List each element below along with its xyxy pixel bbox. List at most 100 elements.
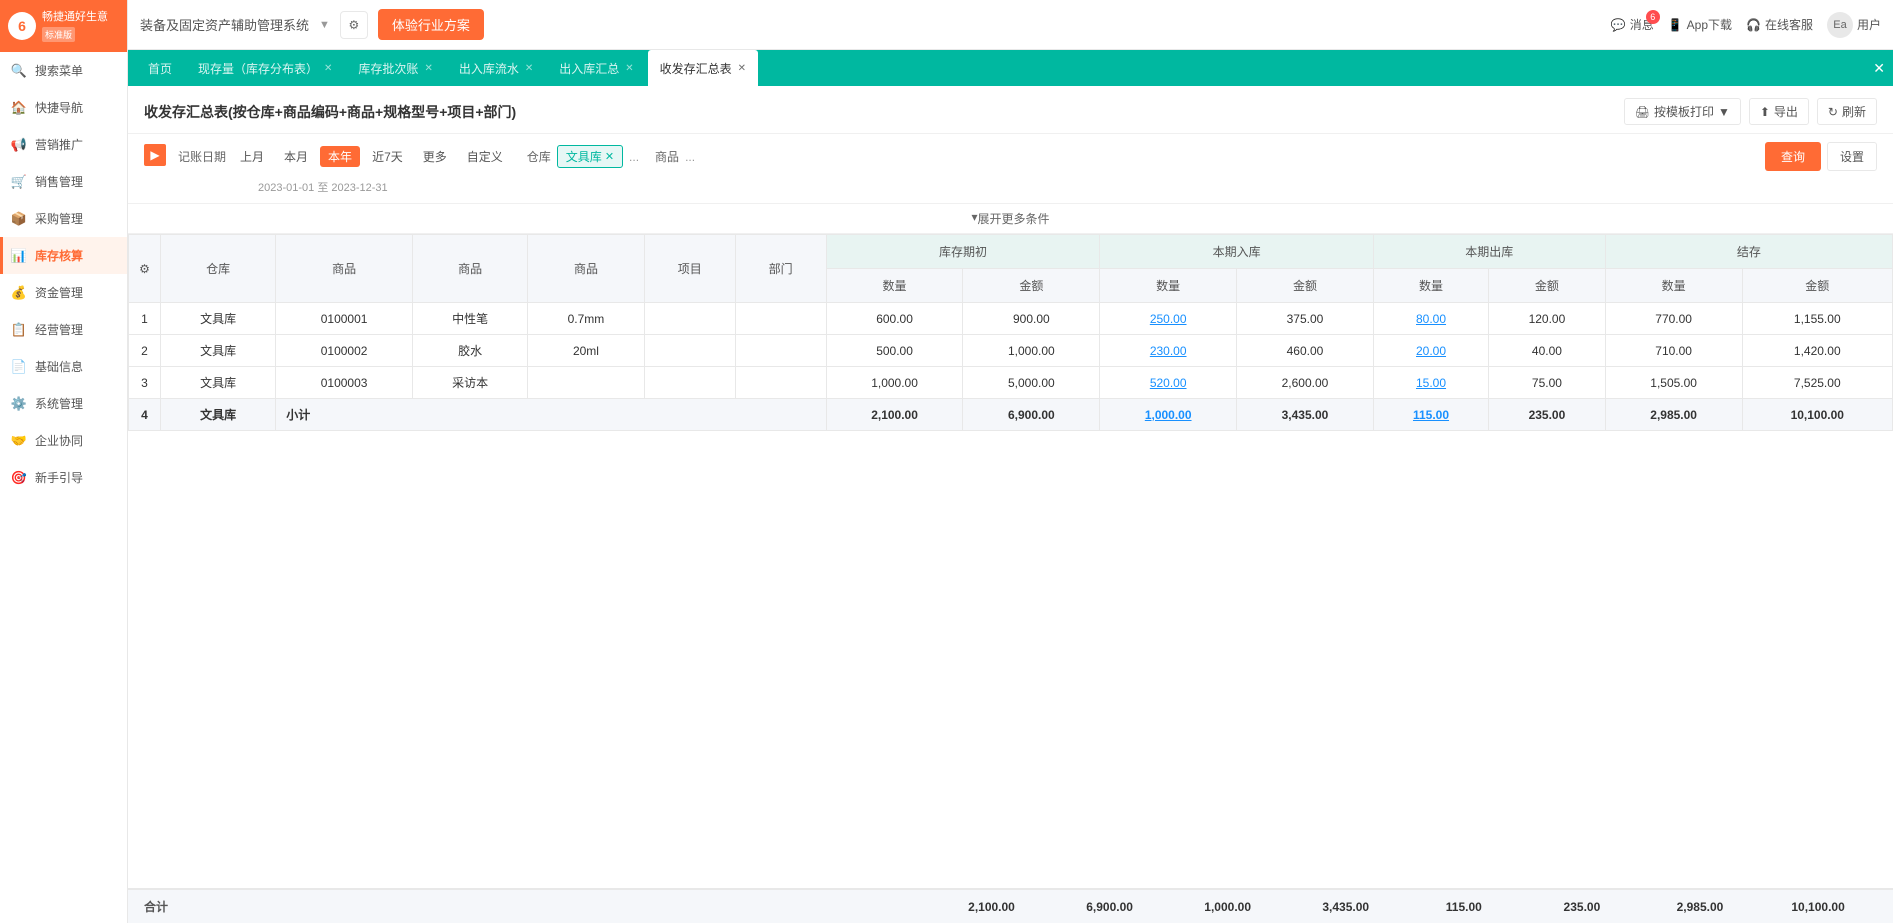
- topbar-right: 💬 消息 6 📱 App下载 🎧 在线客服 Ea 用户: [1611, 12, 1881, 38]
- sidebar-item-label: 系统管理: [35, 395, 83, 412]
- row-out-qty[interactable]: 80.00: [1373, 303, 1488, 335]
- tab-recv-send-summary[interactable]: 收发存汇总表 ✕: [648, 50, 758, 86]
- tab-close-icon[interactable]: ✕: [625, 63, 633, 74]
- subtotal-label: 小计: [276, 399, 826, 431]
- trial-button[interactable]: 体验行业方案: [378, 9, 484, 40]
- custom-btn[interactable]: 自定义: [459, 146, 511, 167]
- row-warehouse: 文具库: [161, 303, 276, 335]
- last-month-btn[interactable]: 上月: [232, 146, 272, 167]
- tab-in-out-flow[interactable]: 出入库流水 ✕: [447, 50, 545, 86]
- footer-bal-qty: 2,985.00: [1641, 900, 1759, 914]
- sidebar-item-quick-nav[interactable]: 🏠 快捷导航: [0, 89, 127, 126]
- export-button[interactable]: ⬆ 导出: [1749, 98, 1809, 125]
- this-year-btn[interactable]: 本年: [320, 146, 360, 167]
- data-table: ⚙ 仓库 商品 商品 商品 项目 部门 库存期初 本期入库 本期出库 结存: [128, 234, 1893, 431]
- tab-stock-dist[interactable]: 现存量（库存分布表） ✕: [186, 50, 344, 86]
- tab-close-icon[interactable]: ✕: [738, 63, 746, 74]
- settings-button[interactable]: 设置: [1827, 142, 1877, 171]
- expand-more-btn[interactable]: ▾ 展开更多条件: [128, 204, 1893, 234]
- sidebar-item-label: 资金管理: [35, 284, 83, 301]
- date-filter: 记账日期 上月 本月 本年 近7天 更多 自定义: [178, 146, 511, 167]
- print-button[interactable]: 🖨 按模板打印 ▼: [1624, 98, 1741, 125]
- warehouse-tag-close[interactable]: ✕: [605, 150, 614, 163]
- settings-btn[interactable]: ⚙: [340, 11, 368, 39]
- app-download-label: App下载: [1687, 16, 1732, 33]
- row-open-amount: 5,000.00: [963, 367, 1100, 399]
- sidebar-item-inventory[interactable]: 📊 库存核算: [0, 237, 127, 274]
- sidebar-item-label: 新手引导: [35, 469, 83, 486]
- sidebar-logo: 6 畅捷通好生意 标准版: [0, 0, 127, 52]
- col-goods-name-header: 商品: [413, 235, 528, 303]
- sidebar-item-finance[interactable]: 💰 资金管理: [0, 274, 127, 311]
- col-bal-qty-header: 数量: [1605, 269, 1742, 303]
- system-name: 装备及固定资产辅助管理系统: [140, 15, 309, 34]
- sidebar-item-sales[interactable]: 🛒 销售管理: [0, 163, 127, 200]
- row-no: 2: [129, 335, 161, 367]
- subtotal-bal-qty: 2,985.00: [1605, 399, 1742, 431]
- sidebar-item-label: 搜索菜单: [35, 62, 83, 79]
- sidebar-item-purchase[interactable]: 📦 采购管理: [0, 200, 127, 237]
- sidebar-item-search[interactable]: 🔍 搜索菜单: [0, 52, 127, 89]
- row-in-qty[interactable]: 520.00: [1100, 367, 1237, 399]
- tab-batch-ledger[interactable]: 库存批次账 ✕: [346, 50, 444, 86]
- sidebar-item-enterprise[interactable]: 🤝 企业协同: [0, 422, 127, 459]
- logo-tag: 标准版: [42, 27, 75, 42]
- box-icon: 📦: [11, 211, 27, 227]
- megaphone-icon: 📢: [11, 137, 27, 153]
- row-in-qty[interactable]: 250.00: [1100, 303, 1237, 335]
- filter-collapse-btn[interactable]: ▶: [144, 144, 166, 166]
- sidebar-item-label: 采购管理: [35, 210, 83, 227]
- col-settings[interactable]: ⚙: [129, 235, 161, 303]
- more-btn[interactable]: 更多: [415, 146, 455, 167]
- table-settings-icon: ⚙: [139, 262, 150, 276]
- tab-home[interactable]: 首页: [136, 50, 184, 86]
- col-goods-code-header: 商品: [276, 235, 413, 303]
- footer-spacer6: [814, 900, 932, 914]
- row-out-qty[interactable]: 20.00: [1373, 335, 1488, 367]
- sidebar-item-marketing[interactable]: 📢 营销推广: [0, 126, 127, 163]
- subtotal-out-qty[interactable]: 115.00: [1373, 399, 1488, 431]
- goods-more-btn[interactable]: ...: [685, 150, 695, 164]
- logo-icon: 6: [8, 12, 36, 40]
- phone-icon: 📱: [1668, 18, 1683, 32]
- page-actions: 🖨 按模板打印 ▼ ⬆ 导出 ↻ 刷新: [1624, 98, 1877, 125]
- tab-close-icon[interactable]: ✕: [324, 63, 332, 74]
- this-month-btn[interactable]: 本月: [276, 146, 316, 167]
- message-badge: 6: [1646, 10, 1660, 24]
- subtotal-open-amount: 6,900.00: [963, 399, 1100, 431]
- row-open-qty: 500.00: [826, 335, 963, 367]
- tab-in-out-summary[interactable]: 出入库汇总 ✕: [547, 50, 645, 86]
- warehouse-more-btn[interactable]: ...: [629, 150, 639, 164]
- row-in-qty[interactable]: 230.00: [1100, 335, 1237, 367]
- app-download-item[interactable]: 📱 App下载: [1668, 16, 1732, 33]
- col-dept-header: 部门: [735, 235, 826, 303]
- footer-spacer3: [460, 900, 578, 914]
- sidebar-item-system[interactable]: ⚙️ 系统管理: [0, 385, 127, 422]
- main-content: 收发存汇总表(按仓库+商品编码+商品+规格型号+项目+部门) 🖨 按模板打印 ▼…: [128, 86, 1893, 923]
- sidebar-item-operation[interactable]: 📋 经营管理: [0, 311, 127, 348]
- last-7-days-btn[interactable]: 近7天: [364, 146, 411, 167]
- sidebar-item-newbie[interactable]: 🎯 新手引导: [0, 459, 127, 496]
- row-out-amount: 120.00: [1489, 303, 1606, 335]
- sidebar-item-basic-info[interactable]: 📄 基础信息: [0, 348, 127, 385]
- row-out-qty[interactable]: 15.00: [1373, 367, 1488, 399]
- refresh-icon: ↻: [1828, 105, 1838, 119]
- message-item[interactable]: 💬 消息 6: [1611, 16, 1654, 33]
- col-out-amount-header: 金额: [1489, 269, 1606, 303]
- topbar-dropdown-arrow[interactable]: ▼: [319, 19, 330, 31]
- row-in-amount: 375.00: [1237, 303, 1374, 335]
- query-button[interactable]: 查询: [1765, 142, 1821, 171]
- user-item[interactable]: Ea 用户: [1827, 12, 1881, 38]
- sidebar-item-label: 库存核算: [35, 247, 83, 264]
- row-project: [644, 303, 735, 335]
- subtotal-in-qty[interactable]: 1,000.00: [1100, 399, 1237, 431]
- tabbar-close-btn[interactable]: ✕: [1873, 60, 1885, 77]
- col-in-qty-header: 数量: [1100, 269, 1237, 303]
- tab-close-icon[interactable]: ✕: [525, 63, 533, 74]
- footer-label: 合计: [144, 898, 224, 915]
- refresh-button[interactable]: ↻ 刷新: [1817, 98, 1877, 125]
- page-container: 收发存汇总表(按仓库+商品编码+商品+规格型号+项目+部门) 🖨 按模板打印 ▼…: [128, 86, 1893, 923]
- headset-icon: 🎧: [1746, 18, 1761, 32]
- online-service-item[interactable]: 🎧 在线客服: [1746, 16, 1813, 33]
- tab-close-icon[interactable]: ✕: [424, 63, 432, 74]
